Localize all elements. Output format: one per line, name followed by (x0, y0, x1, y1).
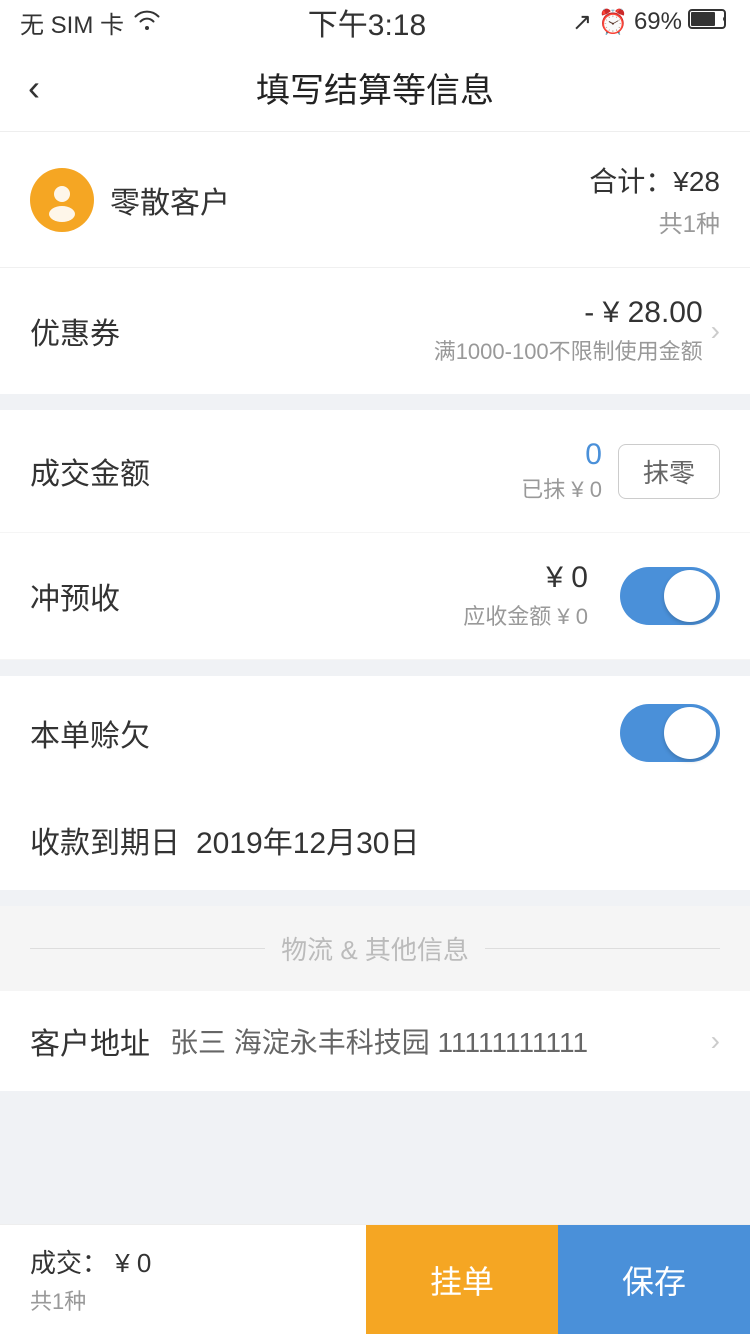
transaction-value: 0 (521, 438, 602, 472)
logistics-label: 物流 & 其他信息 (281, 930, 469, 967)
alarm-icon: ⏰ (598, 8, 628, 37)
prepaid-sub: 应收金额 ¥ 0 (463, 599, 588, 631)
transaction-label: 成交金额 (30, 449, 150, 493)
bottom-info: 成交： ¥ 0 共1种 (0, 1225, 366, 1334)
status-bar: 无 SIM 卡 下午3:18 ↗ ⏰ 69% (0, 0, 750, 44)
avatar (30, 168, 94, 232)
coupon-label: 优惠券 (30, 309, 120, 353)
bottom-count: 共1种 (30, 1284, 336, 1316)
customer-left: 零散客户 (30, 168, 230, 232)
back-button[interactable]: ‹ (28, 67, 40, 109)
prepaid-amount: ¥ 0 (463, 561, 588, 595)
transaction-row: 成交金额 0 已抹 ¥ 0 抹零 (0, 410, 750, 533)
coupon-right: - ¥ 28.00 满1000-100不限制使用金额 › (434, 296, 720, 366)
debt-label: 本单赊欠 (30, 711, 150, 755)
customer-right: 合计：¥28 共1种 (589, 160, 720, 239)
coupon-desc: 满1000-100不限制使用金额 (434, 334, 703, 366)
debt-section: 本单赊欠 收款到期日 2019年12月30日 (0, 676, 750, 890)
page-title: 填写结算等信息 (256, 63, 494, 112)
empty-space (0, 1107, 750, 1187)
battery-icon (688, 8, 730, 37)
bottom-transaction: 成交： ¥ 0 (30, 1243, 336, 1280)
transaction-sub: 已抹 ¥ 0 (521, 472, 602, 504)
signal-text: 无 SIM 卡 (20, 5, 124, 40)
prepaid-label: 冲预收 (30, 574, 120, 618)
battery-percent: 69% (634, 8, 682, 36)
status-right: ↗ ⏰ 69% (572, 8, 730, 37)
transaction-section: 成交金额 0 已抹 ¥ 0 抹零 冲预收 ¥ 0 应收金额 ¥ 0 (0, 410, 750, 660)
guadan-button[interactable]: 挂单 (366, 1225, 558, 1334)
nav-bar: ‹ 填写结算等信息 (0, 44, 750, 132)
content-area: 零散客户 合计：¥28 共1种 优惠券 - ¥ 28.00 满1000-100不… (0, 132, 750, 1307)
toggle-knob (664, 570, 716, 622)
coupon-row[interactable]: 优惠券 - ¥ 28.00 满1000-100不限制使用金额 › (0, 267, 750, 394)
transaction-right: 0 已抹 ¥ 0 抹零 (521, 438, 720, 504)
due-date-label: 收款到期日 (30, 818, 180, 862)
prepaid-row: 冲预收 ¥ 0 应收金额 ¥ 0 (0, 533, 750, 660)
due-date-row: 收款到期日 2019年12月30日 (0, 790, 750, 890)
bottom-transaction-amount: ¥ 0 (115, 1248, 151, 1278)
coupon-info: - ¥ 28.00 满1000-100不限制使用金额 (434, 296, 703, 366)
debt-toggle[interactable] (620, 704, 720, 762)
address-value: 张三 海淀永丰科技园 11111111111 (170, 1021, 711, 1061)
due-date-value: 2019年12月30日 (196, 818, 419, 862)
location-icon: ↗ (572, 8, 592, 37)
round-zero-button[interactable]: 抹零 (618, 444, 720, 499)
save-button[interactable]: 保存 (558, 1225, 750, 1334)
address-row[interactable]: 客户地址 张三 海淀永丰科技园 11111111111 › (0, 991, 750, 1091)
debt-toggle-knob (664, 707, 716, 759)
wifi-icon (132, 8, 162, 37)
customer-row: 零散客户 合计：¥28 共1种 (0, 132, 750, 267)
status-left: 无 SIM 卡 (20, 5, 162, 40)
customer-total: 合计：¥28 (589, 160, 720, 200)
logistics-divider: 物流 & 其他信息 (0, 906, 750, 991)
debt-row: 本单赊欠 (0, 676, 750, 790)
prepaid-row-top: 冲预收 ¥ 0 应收金额 ¥ 0 (30, 561, 720, 631)
customer-count: 共1种 (589, 204, 720, 239)
customer-section: 零散客户 合计：¥28 共1种 优惠券 - ¥ 28.00 满1000-100不… (0, 132, 750, 394)
prepaid-toggle[interactable] (620, 567, 720, 625)
prepaid-right: ¥ 0 应收金额 ¥ 0 (463, 561, 588, 631)
status-time: 下午3:18 (308, 0, 426, 44)
address-section: 客户地址 张三 海淀永丰科技园 11111111111 › (0, 991, 750, 1091)
customer-name: 零散客户 (110, 178, 230, 222)
coupon-amount: - ¥ 28.00 (434, 296, 703, 330)
bottom-bar: 成交： ¥ 0 共1种 挂单 保存 (0, 1224, 750, 1334)
chevron-right-icon: › (711, 315, 720, 347)
address-chevron-icon: › (711, 1025, 720, 1057)
bottom-transaction-label: 成交： (30, 1248, 108, 1278)
address-label: 客户地址 (30, 1019, 150, 1063)
